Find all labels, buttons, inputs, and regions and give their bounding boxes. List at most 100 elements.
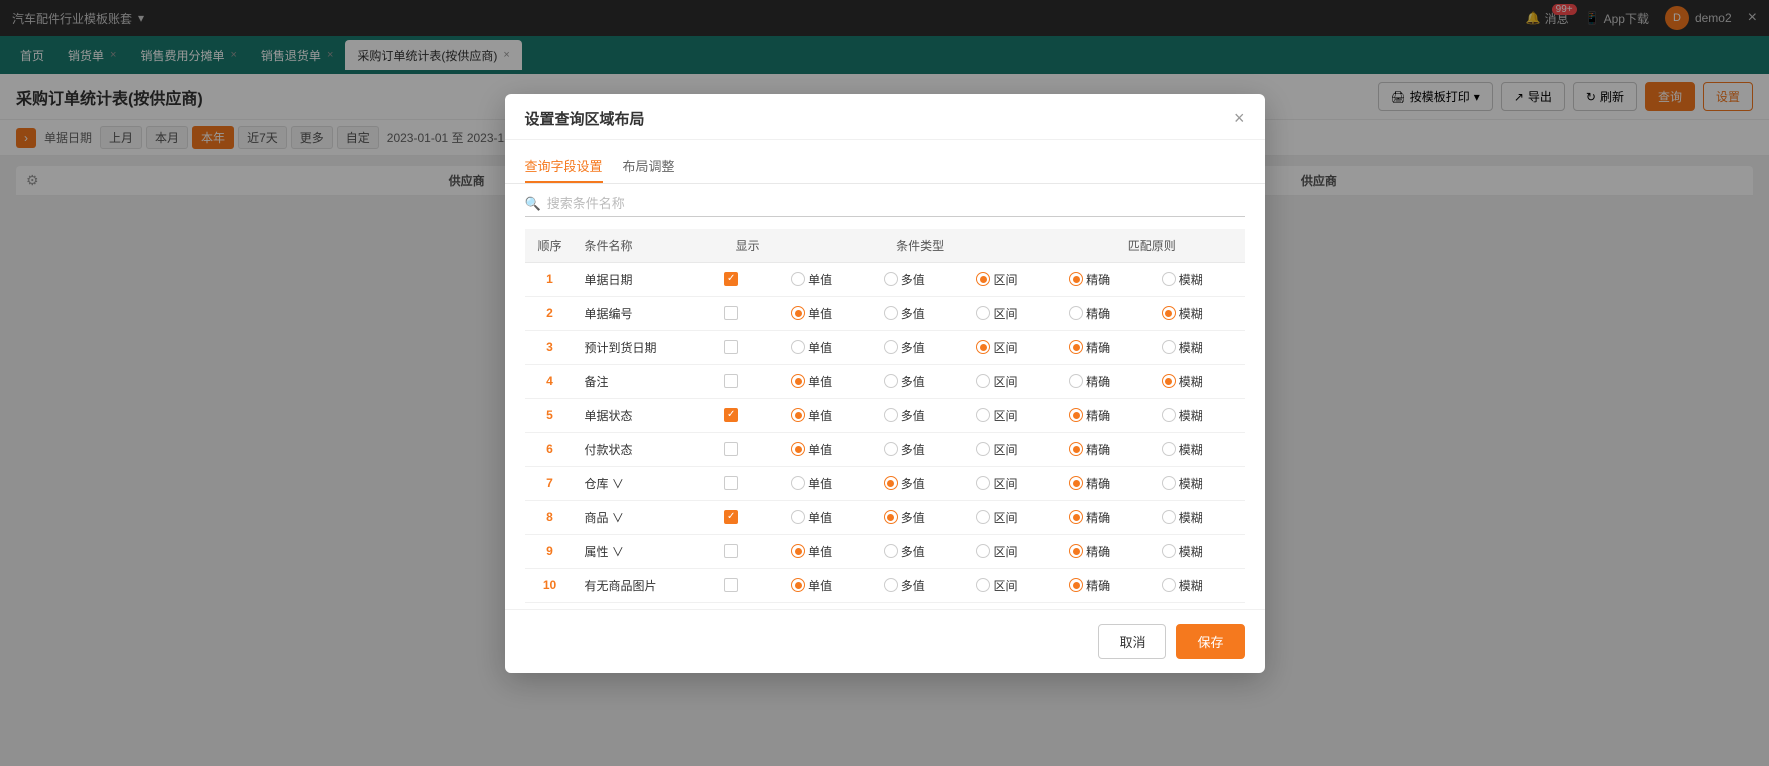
- radio-多值-8[interactable]: [884, 544, 898, 558]
- row-display-2[interactable]: [714, 330, 781, 364]
- row-type-单值-10[interactable]: 单值: [781, 602, 874, 609]
- radio-多值-9[interactable]: [884, 578, 898, 592]
- radio-match-精确-3[interactable]: [1069, 374, 1083, 388]
- radio-区间-2[interactable]: [976, 340, 990, 354]
- radio-多值-0[interactable]: [884, 272, 898, 286]
- row-type-多值-2[interactable]: 多值: [874, 330, 967, 364]
- display-checkbox-9[interactable]: [724, 578, 738, 592]
- row-type-单值-9[interactable]: 单值: [781, 568, 874, 602]
- row-display-5[interactable]: [714, 432, 781, 466]
- row-match-模糊-7[interactable]: 模糊: [1152, 500, 1245, 534]
- display-checkbox-8[interactable]: [724, 544, 738, 558]
- row-display-9[interactable]: [714, 568, 781, 602]
- radio-单值-6[interactable]: [791, 476, 805, 490]
- row-match-模糊-0[interactable]: 模糊: [1152, 262, 1245, 296]
- radio-多值-7[interactable]: [884, 510, 898, 524]
- radio-match-模糊-8[interactable]: [1162, 544, 1176, 558]
- row-display-6[interactable]: [714, 466, 781, 500]
- radio-match-模糊-9[interactable]: [1162, 578, 1176, 592]
- display-checkbox-2[interactable]: [724, 340, 738, 354]
- row-type-区间-7[interactable]: 区间: [966, 500, 1059, 534]
- display-checkbox-1[interactable]: [724, 306, 738, 320]
- radio-match-模糊-5[interactable]: [1162, 442, 1176, 456]
- search-input[interactable]: [547, 196, 747, 211]
- radio-多值-3[interactable]: [884, 374, 898, 388]
- display-checkbox-5[interactable]: [724, 442, 738, 456]
- row-match-模糊-1[interactable]: 模糊: [1152, 296, 1245, 330]
- radio-match-模糊-4[interactable]: [1162, 408, 1176, 422]
- row-match-精确-10[interactable]: 精确: [1059, 602, 1152, 609]
- row-type-多值-3[interactable]: 多值: [874, 364, 967, 398]
- row-match-模糊-3[interactable]: 模糊: [1152, 364, 1245, 398]
- row-type-多值-1[interactable]: 多值: [874, 296, 967, 330]
- row-type-单值-3[interactable]: 单值: [781, 364, 874, 398]
- radio-match-精确-7[interactable]: [1069, 510, 1083, 524]
- radio-区间-6[interactable]: [976, 476, 990, 490]
- modal-tab-query[interactable]: 查询字段设置: [525, 150, 603, 183]
- radio-match-精确-0[interactable]: [1069, 272, 1083, 286]
- radio-区间-7[interactable]: [976, 510, 990, 524]
- radio-单值-4[interactable]: [791, 408, 805, 422]
- row-type-区间-8[interactable]: 区间: [966, 534, 1059, 568]
- radio-match-精确-4[interactable]: [1069, 408, 1083, 422]
- row-match-精确-5[interactable]: 精确: [1059, 432, 1152, 466]
- row-display-0[interactable]: [714, 262, 781, 296]
- radio-match-精确-8[interactable]: [1069, 544, 1083, 558]
- radio-match-模糊-7[interactable]: [1162, 510, 1176, 524]
- radio-区间-4[interactable]: [976, 408, 990, 422]
- row-display-7[interactable]: [714, 500, 781, 534]
- row-match-精确-0[interactable]: 精确: [1059, 262, 1152, 296]
- row-type-单值-7[interactable]: 单值: [781, 500, 874, 534]
- row-type-区间-2[interactable]: 区间: [966, 330, 1059, 364]
- radio-区间-1[interactable]: [976, 306, 990, 320]
- row-display-3[interactable]: [714, 364, 781, 398]
- row-display-10[interactable]: [714, 602, 781, 609]
- radio-match-精确-2[interactable]: [1069, 340, 1083, 354]
- row-match-模糊-2[interactable]: 模糊: [1152, 330, 1245, 364]
- radio-match-精确-1[interactable]: [1069, 306, 1083, 320]
- row-match-精确-6[interactable]: 精确: [1059, 466, 1152, 500]
- row-match-模糊-8[interactable]: 模糊: [1152, 534, 1245, 568]
- row-type-区间-9[interactable]: 区间: [966, 568, 1059, 602]
- row-type-多值-8[interactable]: 多值: [874, 534, 967, 568]
- row-type-多值-6[interactable]: 多值: [874, 466, 967, 500]
- row-display-4[interactable]: [714, 398, 781, 432]
- row-match-精确-4[interactable]: 精确: [1059, 398, 1152, 432]
- row-type-区间-0[interactable]: 区间: [966, 262, 1059, 296]
- radio-多值-6[interactable]: [884, 476, 898, 490]
- row-type-区间-1[interactable]: 区间: [966, 296, 1059, 330]
- radio-单值-3[interactable]: [791, 374, 805, 388]
- radio-单值-7[interactable]: [791, 510, 805, 524]
- radio-区间-3[interactable]: [976, 374, 990, 388]
- row-match-精确-1[interactable]: 精确: [1059, 296, 1152, 330]
- row-type-单值-6[interactable]: 单值: [781, 466, 874, 500]
- radio-单值-2[interactable]: [791, 340, 805, 354]
- radio-单值-0[interactable]: [791, 272, 805, 286]
- row-type-区间-4[interactable]: 区间: [966, 398, 1059, 432]
- radio-match-精确-6[interactable]: [1069, 476, 1083, 490]
- radio-match-精确-5[interactable]: [1069, 442, 1083, 456]
- row-type-多值-5[interactable]: 多值: [874, 432, 967, 466]
- radio-match-模糊-1[interactable]: [1162, 306, 1176, 320]
- row-display-8[interactable]: [714, 534, 781, 568]
- radio-区间-8[interactable]: [976, 544, 990, 558]
- display-checkbox-6[interactable]: [724, 476, 738, 490]
- row-match-精确-7[interactable]: 精确: [1059, 500, 1152, 534]
- row-match-模糊-9[interactable]: 模糊: [1152, 568, 1245, 602]
- row-match-精确-3[interactable]: 精确: [1059, 364, 1152, 398]
- radio-match-精确-9[interactable]: [1069, 578, 1083, 592]
- row-type-多值-9[interactable]: 多值: [874, 568, 967, 602]
- radio-单值-5[interactable]: [791, 442, 805, 456]
- row-type-单值-1[interactable]: 单值: [781, 296, 874, 330]
- display-checkbox-3[interactable]: [724, 374, 738, 388]
- row-type-多值-4[interactable]: 多值: [874, 398, 967, 432]
- radio-多值-4[interactable]: [884, 408, 898, 422]
- row-match-精确-8[interactable]: 精确: [1059, 534, 1152, 568]
- radio-单值-8[interactable]: [791, 544, 805, 558]
- row-match-模糊-4[interactable]: 模糊: [1152, 398, 1245, 432]
- row-match-模糊-6[interactable]: 模糊: [1152, 466, 1245, 500]
- row-type-多值-7[interactable]: 多值: [874, 500, 967, 534]
- row-display-1[interactable]: [714, 296, 781, 330]
- row-match-模糊-10[interactable]: 模糊: [1152, 602, 1245, 609]
- display-checkbox-4[interactable]: [724, 408, 738, 422]
